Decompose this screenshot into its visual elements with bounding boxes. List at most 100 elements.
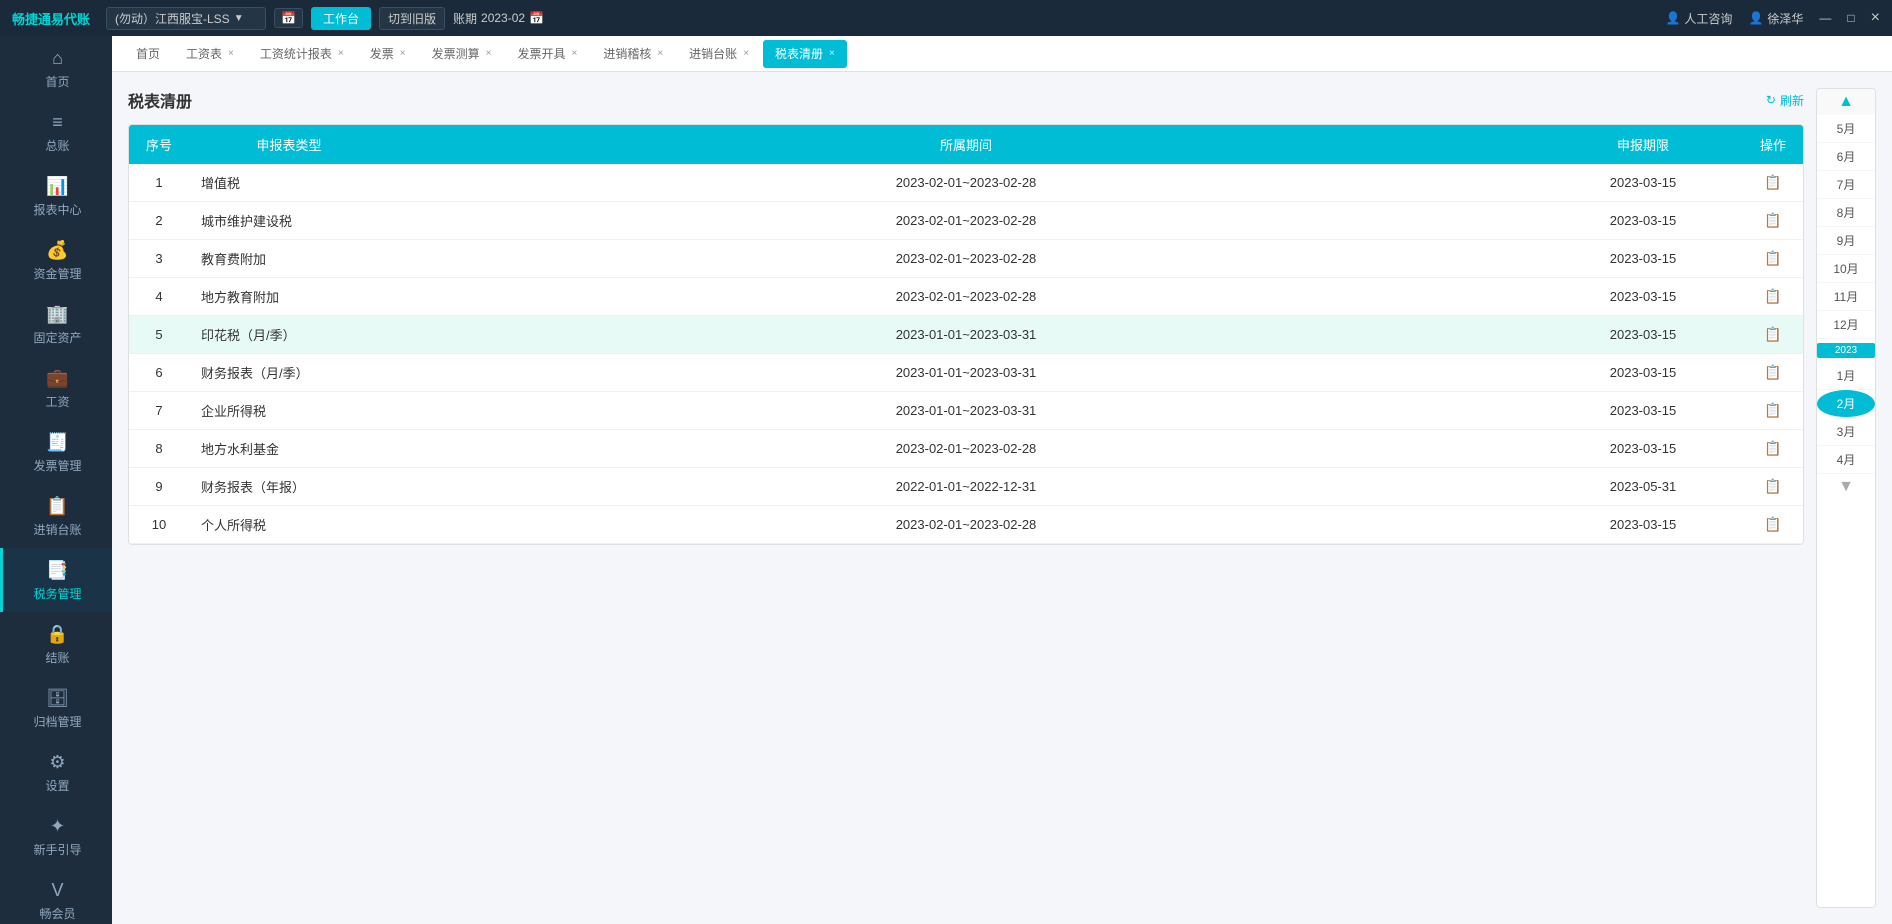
- cell-action[interactable]: 📋: [1743, 164, 1803, 201]
- cal-month-7月[interactable]: 7月: [1817, 171, 1875, 199]
- tab-label: 工资表: [186, 45, 222, 62]
- minimize-icon[interactable]: —: [1819, 11, 1831, 25]
- action-icon[interactable]: 📋: [1764, 212, 1781, 229]
- sidebar-label-settings: 设置: [45, 777, 69, 794]
- cal-month-9月[interactable]: 9月: [1817, 227, 1875, 255]
- tab-首页[interactable]: 首页: [124, 40, 172, 68]
- sidebar-label-funds: 资金管理: [33, 265, 81, 282]
- funds-icon: 💰: [46, 240, 68, 261]
- sidebar-item-home[interactable]: ⌂ 首页: [0, 36, 112, 100]
- tab-label: 首页: [136, 45, 160, 62]
- cell-action[interactable]: 📋: [1743, 392, 1803, 429]
- page-header: 税表清册 ↻ 刷新: [128, 88, 1804, 112]
- cal-month-2023-4月[interactable]: 4月: [1817, 446, 1875, 474]
- ai-consult-btn[interactable]: 👤 人工咨询: [1665, 10, 1732, 27]
- table-row: 1 增值税 2023-02-01~2023-02-28 2023-03-15 📋: [129, 164, 1803, 202]
- action-icon[interactable]: 📋: [1764, 440, 1781, 457]
- cell-action[interactable]: 📋: [1743, 506, 1803, 543]
- calendar-icon-btn[interactable]: 📅: [274, 8, 303, 28]
- cell-period: 2023-01-01~2023-03-31: [389, 392, 1543, 429]
- sidebar-item-tax[interactable]: 📑 税务管理: [0, 548, 112, 612]
- cell-type: 印花税（月/季）: [189, 316, 389, 353]
- workbench-button[interactable]: 工作台: [311, 7, 371, 30]
- sidebar-item-archive[interactable]: 🗄 归档管理: [0, 676, 112, 740]
- tab-close-icon[interactable]: ×: [829, 48, 835, 59]
- cal-month-6月[interactable]: 6月: [1817, 143, 1875, 171]
- sidebar-item-reports[interactable]: 📊 报表中心: [0, 164, 112, 228]
- header-操作: 操作: [1743, 125, 1803, 164]
- sidebar-item-salary[interactable]: 💼 工资: [0, 356, 112, 420]
- cell-action[interactable]: 📋: [1743, 430, 1803, 467]
- sidebar-item-funds[interactable]: 💰 资金管理: [0, 228, 112, 292]
- sidebar-item-close[interactable]: 🔒 结账: [0, 612, 112, 676]
- cell-action[interactable]: 📋: [1743, 316, 1803, 353]
- tab-进销台账[interactable]: 进销台账×: [677, 40, 761, 68]
- action-icon[interactable]: 📋: [1764, 516, 1781, 533]
- tab-close-icon[interactable]: ×: [657, 48, 663, 59]
- company-selector[interactable]: (勿动）江西服宝-LSS ▼: [106, 7, 266, 30]
- cell-action[interactable]: 📋: [1743, 202, 1803, 239]
- settings-icon: ⚙: [49, 752, 65, 773]
- cal-month-2023-2月[interactable]: 2月: [1817, 390, 1875, 418]
- cal-month-10月[interactable]: 10月: [1817, 255, 1875, 283]
- switch-old-button[interactable]: 切到旧版: [379, 7, 445, 30]
- action-icon[interactable]: 📋: [1764, 478, 1781, 495]
- tab-工资统计报表[interactable]: 工资统计报表×: [248, 40, 356, 68]
- cell-action[interactable]: 📋: [1743, 278, 1803, 315]
- sidebar-item-ledger[interactable]: ≡ 总账: [0, 100, 112, 164]
- refresh-button[interactable]: ↻ 刷新: [1766, 92, 1804, 109]
- user-profile[interactable]: 👤 徐泽华: [1748, 10, 1803, 27]
- sidebar-item-vip[interactable]: V 畅会员: [0, 868, 112, 924]
- cal-down-button[interactable]: ▼: [1817, 474, 1875, 500]
- cell-deadline: 2023-03-15: [1543, 430, 1743, 467]
- archive-icon: 🗄: [46, 688, 69, 709]
- tab-close-icon[interactable]: ×: [338, 48, 344, 59]
- period-label: 账期: [453, 10, 477, 27]
- cell-action[interactable]: 📋: [1743, 240, 1803, 277]
- action-icon[interactable]: 📋: [1764, 174, 1781, 191]
- tab-发票开具[interactable]: 发票开具×: [505, 40, 589, 68]
- action-icon[interactable]: 📋: [1764, 364, 1781, 381]
- cell-deadline: 2023-03-15: [1543, 506, 1743, 543]
- cell-seq: 3: [129, 240, 189, 277]
- action-icon[interactable]: 📋: [1764, 288, 1781, 305]
- invoice-icon: 🧾: [46, 432, 68, 453]
- cell-period: 2023-02-01~2023-02-28: [389, 240, 1543, 277]
- tab-close-icon[interactable]: ×: [486, 48, 492, 59]
- tab-close-icon[interactable]: ×: [228, 48, 234, 59]
- sidebar-item-guide[interactable]: ✦ 新手引导: [0, 804, 112, 868]
- tab-发票[interactable]: 发票×: [358, 40, 418, 68]
- sidebar-item-assets[interactable]: 🏢 固定资产: [0, 292, 112, 356]
- action-icon[interactable]: 📋: [1764, 250, 1781, 267]
- cell-seq: 9: [129, 468, 189, 505]
- topbar-right: 👤 人工咨询 👤 徐泽华 — □ ×: [1665, 9, 1880, 27]
- maximize-icon[interactable]: □: [1847, 11, 1854, 25]
- cal-month-11月[interactable]: 11月: [1817, 283, 1875, 311]
- sidebar-item-settings[interactable]: ⚙ 设置: [0, 740, 112, 804]
- cell-seq: 1: [129, 164, 189, 201]
- tab-close-icon[interactable]: ×: [743, 48, 749, 59]
- tab-税表清册[interactable]: 税表清册×: [763, 40, 847, 68]
- cell-period: 2023-02-01~2023-02-28: [389, 430, 1543, 467]
- cal-month-12月[interactable]: 12月: [1817, 311, 1875, 339]
- tab-close-icon[interactable]: ×: [400, 48, 406, 59]
- page-content: 税表清册 ↻ 刷新 序号申报表类型所属期间申报期限操作 1 增值税 2023-0…: [112, 72, 1892, 924]
- action-icon[interactable]: 📋: [1764, 402, 1781, 419]
- cell-type: 地方水利基金: [189, 430, 389, 467]
- cell-action[interactable]: 📋: [1743, 468, 1803, 505]
- cal-month-8月[interactable]: 8月: [1817, 199, 1875, 227]
- cell-action[interactable]: 📋: [1743, 354, 1803, 391]
- sidebar-item-purchase[interactable]: 📋 进销台账: [0, 484, 112, 548]
- cal-up-button[interactable]: ▲: [1817, 89, 1875, 115]
- action-icon[interactable]: 📋: [1764, 326, 1781, 343]
- sidebar-item-invoice[interactable]: 🧾 发票管理: [0, 420, 112, 484]
- cal-month-2023-3月[interactable]: 3月: [1817, 418, 1875, 446]
- tab-发票测算[interactable]: 发票测算×: [420, 40, 504, 68]
- cal-month-2023-1月[interactable]: 1月: [1817, 362, 1875, 390]
- close-icon[interactable]: ×: [1871, 9, 1880, 27]
- tab-工资表[interactable]: 工资表 ×: [174, 40, 246, 68]
- table-header: 序号申报表类型所属期间申报期限操作: [129, 125, 1803, 164]
- tab-close-icon[interactable]: ×: [571, 48, 577, 59]
- cal-month-5月[interactable]: 5月: [1817, 115, 1875, 143]
- tab-进销稽核[interactable]: 进销稽核×: [591, 40, 675, 68]
